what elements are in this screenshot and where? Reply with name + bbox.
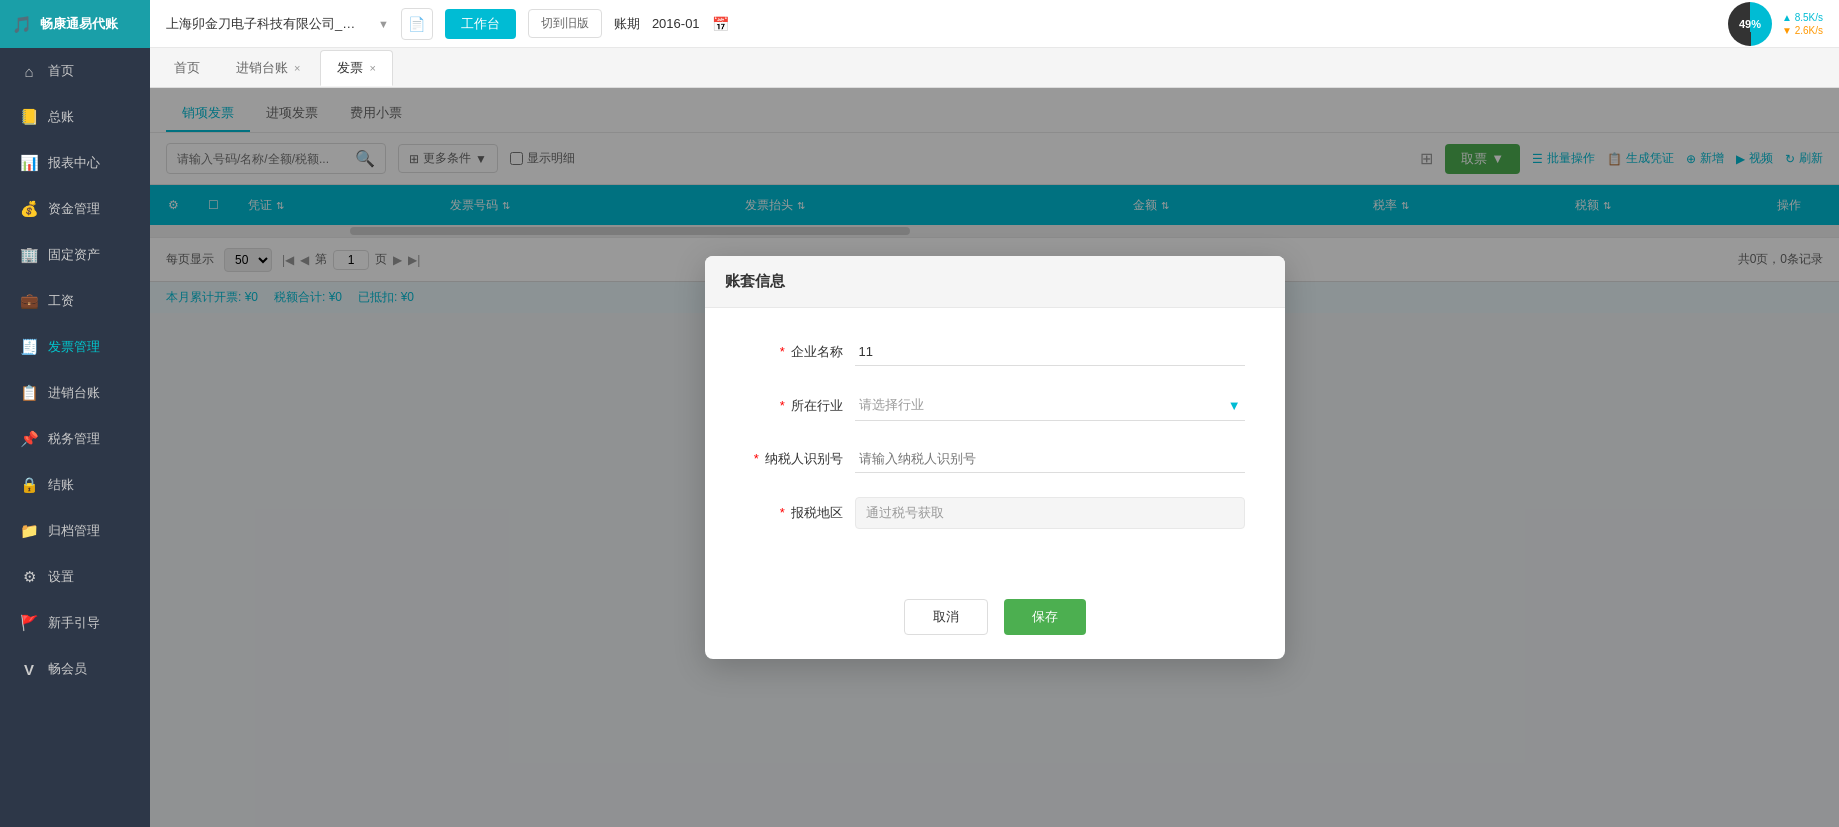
industry-placeholder: 请选择行业 (859, 396, 924, 414)
account-info-dialog: 账套信息 * 企业名称 * 所在行 (705, 256, 1285, 659)
switch-old-button[interactable]: 切到旧版 (528, 9, 602, 38)
sidebar-item-label: 总账 (48, 108, 74, 126)
sidebar-item-label: 固定资产 (48, 246, 100, 264)
speed-down: ▼ 2.6K/s (1782, 25, 1823, 36)
sidebar-item-salary[interactable]: 💼 工资 (0, 278, 150, 324)
sidebar-item-label: 税务管理 (48, 430, 100, 448)
company-name-label: * 企业名称 (745, 343, 855, 361)
cancel-button[interactable]: 取消 (904, 599, 988, 635)
sidebar-item-invoice[interactable]: 🧾 发票管理 (0, 324, 150, 370)
tab-invoice[interactable]: 发票 × (320, 50, 392, 86)
guide-icon: 🚩 (20, 614, 38, 632)
tab-home-label: 首页 (174, 59, 200, 77)
tab-purchase-sales-close[interactable]: × (294, 62, 300, 74)
form-row-tax-id: * 纳税人识别号 (745, 445, 1245, 473)
invoice-icon: 🧾 (20, 338, 38, 356)
network-widget: 49% ▲ 8.5K/s ▼ 2.6K/s (1728, 2, 1823, 46)
sidebar-item-reports[interactable]: 📊 报表中心 (0, 140, 150, 186)
sidebar-item-label: 资金管理 (48, 200, 100, 218)
sidebar-item-label: 归档管理 (48, 522, 100, 540)
dialog-footer: 取消 保存 (705, 583, 1285, 659)
industry-dropdown-icon: ▼ (1228, 398, 1241, 413)
required-mark: * (780, 344, 785, 359)
tax-id-label: * 纳税人识别号 (745, 450, 855, 468)
assets-icon: 🏢 (20, 246, 38, 264)
modal-overlay: 账套信息 * 企业名称 * 所在行 (150, 88, 1839, 827)
settings-icon: ⚙ (20, 568, 38, 586)
tab-purchase-sales-label: 进销台账 (236, 59, 288, 77)
tax-region-readonly: 通过税号获取 (855, 497, 1245, 529)
required-mark: * (754, 451, 759, 466)
logo-icon: 🎵 (12, 15, 32, 34)
percent-circle: 49% (1728, 2, 1772, 46)
tab-invoice-close[interactable]: × (369, 62, 375, 74)
sidebar-item-label: 工资 (48, 292, 74, 310)
sidebar-item-label: 报表中心 (48, 154, 100, 172)
save-button[interactable]: 保存 (1004, 599, 1086, 635)
sidebar-item-member[interactable]: V 畅会员 (0, 646, 150, 692)
home-icon: ⌂ (20, 63, 38, 80)
form-row-company: * 企业名称 (745, 338, 1245, 366)
content-area: 销项发票 进项发票 费用小票 🔍 ⊞ 更多条件 ▼ 显示明细 (150, 88, 1839, 827)
tab-purchase-sales[interactable]: 进销台账 × (220, 51, 316, 85)
tax-region-label: * 报税地区 (745, 504, 855, 522)
period-label: 账期 (614, 15, 640, 33)
company-name-input[interactable] (855, 338, 1245, 366)
sidebar-item-home[interactable]: ⌂ 首页 (0, 48, 150, 94)
required-mark: * (780, 398, 785, 413)
archive-icon: 📁 (20, 522, 38, 540)
sidebar-item-label: 结账 (48, 476, 74, 494)
sidebar-item-label: 畅会员 (48, 660, 87, 678)
period-value: 2016-01 (652, 16, 700, 31)
company-dropdown-icon[interactable]: ▼ (378, 18, 389, 30)
reports-icon: 📊 (20, 154, 38, 172)
workbench-button[interactable]: 工作台 (445, 9, 516, 39)
tax-icon: 📌 (20, 430, 38, 448)
industry-select[interactable]: 请选择行业 ▼ (855, 390, 1245, 421)
sidebar-logo: 🎵 畅康通易代账 (0, 0, 150, 48)
sidebar-item-checkout[interactable]: 🔒 结账 (0, 462, 150, 508)
industry-label: * 所在行业 (745, 397, 855, 415)
tax-id-input[interactable] (855, 445, 1245, 473)
sidebar-item-label: 进销台账 (48, 384, 100, 402)
finance-icon: 💰 (20, 200, 38, 218)
purchase-sales-icon: 📋 (20, 384, 38, 402)
speed-up: ▲ 8.5K/s (1782, 12, 1823, 23)
sidebar-item-label: 新手引导 (48, 614, 100, 632)
sidebar-item-settings[interactable]: ⚙ 设置 (0, 554, 150, 600)
sidebar-item-label: 首页 (48, 62, 74, 80)
percent-value: 49% (1739, 18, 1761, 30)
sidebar-item-guide[interactable]: 🚩 新手引导 (0, 600, 150, 646)
network-speeds: ▲ 8.5K/s ▼ 2.6K/s (1782, 12, 1823, 36)
dialog-body: * 企业名称 * 所在行业 请选择行业 ▼ (705, 308, 1285, 583)
main-area: 上海卯金刀电子科技有限公司_（台201... ▼ 📄 工作台 切到旧版 账期 2… (150, 0, 1839, 827)
calendar-icon[interactable]: 📅 (712, 16, 729, 32)
sidebar: 🎵 畅康通易代账 ⌂ 首页 📒 总账 📊 报表中心 💰 资金管理 🏢 固定资产 … (0, 0, 150, 827)
required-mark: * (780, 505, 785, 520)
sidebar-item-assets[interactable]: 🏢 固定资产 (0, 232, 150, 278)
member-icon: V (20, 661, 38, 678)
doc-button[interactable]: 📄 (401, 8, 433, 40)
sidebar-item-purchase-sales[interactable]: 📋 进销台账 (0, 370, 150, 416)
tab-invoice-label: 发票 (337, 59, 363, 77)
sidebar-item-finance[interactable]: 💰 资金管理 (0, 186, 150, 232)
salary-icon: 💼 (20, 292, 38, 310)
sidebar-item-ledger[interactable]: 📒 总账 (0, 94, 150, 140)
ledger-icon: 📒 (20, 108, 38, 126)
company-name: 上海卯金刀电子科技有限公司_（台201... (166, 15, 366, 33)
sidebar-item-tax[interactable]: 📌 税务管理 (0, 416, 150, 462)
sidebar-item-archive[interactable]: 📁 归档管理 (0, 508, 150, 554)
dialog-title: 账套信息 (705, 256, 1285, 308)
top-bar: 上海卯金刀电子科技有限公司_（台201... ▼ 📄 工作台 切到旧版 账期 2… (150, 0, 1839, 48)
logo-text: 畅康通易代账 (40, 15, 118, 33)
form-row-industry: * 所在行业 请选择行业 ▼ (745, 390, 1245, 421)
tab-bar: 首页 进销台账 × 发票 × (150, 48, 1839, 88)
top-bar-right: 49% ▲ 8.5K/s ▼ 2.6K/s (1728, 2, 1823, 46)
sidebar-item-label: 设置 (48, 568, 74, 586)
tab-home[interactable]: 首页 (158, 51, 216, 85)
sidebar-item-label: 发票管理 (48, 338, 100, 356)
checkout-icon: 🔒 (20, 476, 38, 494)
form-row-tax-region: * 报税地区 通过税号获取 (745, 497, 1245, 529)
